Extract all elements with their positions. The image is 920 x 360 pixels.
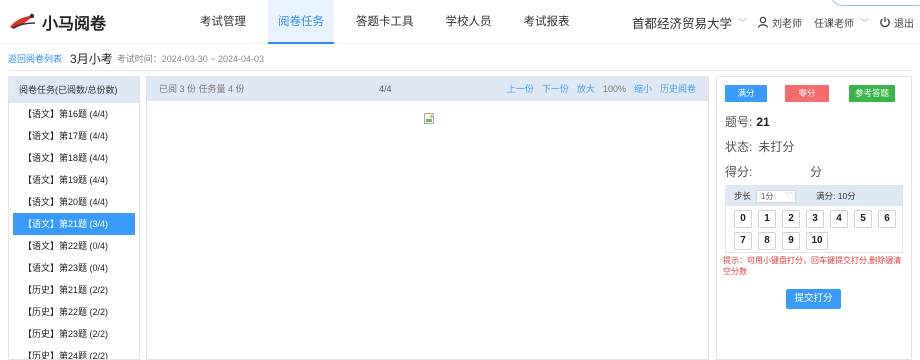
score-key-6[interactable]: 6	[878, 210, 896, 228]
app-name: 小马阅卷	[42, 16, 107, 33]
score-key-4[interactable]: 4	[830, 210, 848, 228]
score-key-1[interactable]: 1	[758, 210, 776, 228]
zoom-out-button[interactable]: 缩小	[634, 77, 652, 101]
score-key-0[interactable]: 0	[734, 210, 752, 228]
step-select[interactable]: 1分 ﹀	[756, 190, 796, 203]
score-key-2[interactable]: 2	[782, 210, 800, 228]
exam-time: 考试时间：2024-03-30 ~ 2024-04-03	[116, 53, 265, 64]
viewer-tools: 上一份 下一份 放大 100% 缩小 历史阅卷	[507, 77, 696, 101]
step-label: 步长	[734, 191, 752, 201]
score-key-9[interactable]: 9	[782, 232, 800, 250]
task-item-selected[interactable]: 【语文】第21题 (3/4)	[13, 213, 135, 235]
chevron-down-icon: ﹀	[737, 17, 747, 28]
power-icon[interactable]	[879, 16, 891, 28]
question-number-row: 题号: 21	[725, 113, 770, 130]
role-selector[interactable]: 任课老师	[814, 15, 854, 30]
grading-panel: 满分 零分 参考答题 题号: 21 状态: 未打分 得分: 分 步长 1分 ﹀ 满分…	[716, 76, 912, 360]
page-counter: 4/4	[379, 84, 392, 94]
user-name[interactable]: 刘老师	[772, 15, 802, 30]
logout-link[interactable]: 退出	[894, 15, 914, 30]
task-item[interactable]: 【语文】第17题 (4/4)	[13, 125, 135, 147]
main-nav: 考试管理 阅卷任务 答题卡工具 学校人员 考试报表	[190, 0, 592, 44]
corner-decoration	[830, 0, 920, 6]
question-number: 21	[756, 115, 770, 129]
score-row: 得分: 分	[725, 163, 845, 180]
score-key-10[interactable]: 10	[806, 232, 828, 250]
prev-button[interactable]: 上一份	[507, 77, 534, 101]
zoom-in-button[interactable]: 放大	[577, 77, 595, 101]
tab-school-staff[interactable]: 学校人员	[436, 0, 502, 44]
full-score-button[interactable]: 满分	[725, 85, 767, 102]
zoom-level: 100%	[602, 84, 626, 94]
progress-info: 已阅 3 份 任务量 4 份	[159, 84, 245, 94]
status-row: 状态: 未打分	[725, 138, 794, 155]
divider	[8, 70, 912, 71]
full-score-info: 满分: 10分	[816, 191, 856, 201]
answer-viewer-panel: 已阅 3 份 任务量 4 份 4/4 上一份 下一份 放大 100% 缩小 历史…	[146, 76, 709, 360]
task-list-header: 阅卷任务(已阅数/总份数)	[9, 77, 139, 103]
reference-answer-button[interactable]: 参考答题	[849, 85, 895, 102]
task-item[interactable]: 【语文】第19题 (4/4)	[13, 169, 135, 191]
task-item[interactable]: 【语文】第23题 (0/4)	[13, 257, 135, 279]
app-logo[interactable]: 小马阅卷	[8, 8, 106, 36]
logo-icon	[8, 11, 38, 33]
chevron-down-icon: ﹀	[859, 17, 869, 28]
user-area: 首都经济贸易大学 ﹀ 刘老师 任课老师 ﹀ 退出	[632, 0, 914, 44]
task-item[interactable]: 【语文】第20题 (4/4)	[13, 191, 135, 213]
next-button[interactable]: 下一份	[542, 77, 569, 101]
score-key-7[interactable]: 7	[734, 232, 752, 250]
step-header: 步长 1分 ﹀ 满分: 10分	[726, 186, 902, 206]
chevron-down-icon: ﹀	[785, 193, 792, 200]
user-icon	[757, 16, 769, 28]
viewer-toolbar: 已阅 3 份 任务量 4 份 4/4 上一份 下一份 放大 100% 缩小 历史…	[147, 77, 708, 101]
score-label: 得分:	[725, 165, 753, 179]
task-item[interactable]: 【历史】第23题 (2/2)	[13, 323, 135, 345]
back-to-list-link[interactable]: 返回阅卷列表	[8, 52, 62, 65]
tab-answer-sheet-tools[interactable]: 答题卡工具	[346, 0, 424, 44]
task-item[interactable]: 【历史】第22题 (2/2)	[13, 301, 135, 323]
score-key-5[interactable]: 5	[854, 210, 872, 228]
task-item[interactable]: 【语文】第16题 (4/4)	[13, 103, 135, 125]
task-list-panel: 阅卷任务(已阅数/总份数) 【语文】第16题 (4/4) 【语文】第17题 (4…	[8, 76, 140, 360]
quick-score-buttons: 满分 零分 参考答题	[725, 85, 903, 103]
submit-score-button[interactable]: 提交打分	[786, 289, 841, 309]
score-keypad-box: 步长 1分 ﹀ 满分: 10分 0 1 2 3 4 5 6 7 8 9 10	[725, 185, 903, 253]
score-key-8[interactable]: 8	[758, 232, 776, 250]
score-key-3[interactable]: 3	[806, 210, 824, 228]
broken-image-icon	[424, 113, 434, 124]
tab-grading-tasks[interactable]: 阅卷任务	[268, 0, 334, 44]
task-item[interactable]: 【历史】第24题 (2/2)	[13, 345, 135, 359]
status-label: 状态:	[725, 140, 753, 154]
question-label: 题号:	[725, 115, 753, 129]
score-unit: 分	[810, 165, 823, 179]
top-navbar: 小马阅卷 考试管理 阅卷任务 答题卡工具 学校人员 考试报表 首都经济贸易大学 …	[0, 0, 920, 44]
task-item[interactable]: 【语文】第22题 (0/4)	[13, 235, 135, 257]
exam-name: 3月小考	[70, 51, 113, 66]
step-value: 1分	[761, 192, 774, 201]
tab-exam-reports[interactable]: 考试报表	[514, 0, 580, 44]
task-item[interactable]: 【历史】第21题 (2/2)	[13, 279, 135, 301]
zero-score-button[interactable]: 零分	[785, 85, 829, 102]
status-value: 未打分	[758, 140, 795, 154]
keyboard-hint: 提示：可用小键盘打分，回车键提交打分,删除键清空分数	[723, 256, 902, 276]
history-button[interactable]: 历史阅卷	[660, 77, 696, 101]
task-item[interactable]: 【语文】第18题 (4/4)	[13, 147, 135, 169]
tab-exam-management[interactable]: 考试管理	[190, 0, 256, 44]
breadcrumb: 返回阅卷列表 3月小考 考试时间：2024-03-30 ~ 2024-04-03	[8, 50, 264, 66]
school-selector[interactable]: 首都经济贸易大学	[632, 13, 732, 32]
